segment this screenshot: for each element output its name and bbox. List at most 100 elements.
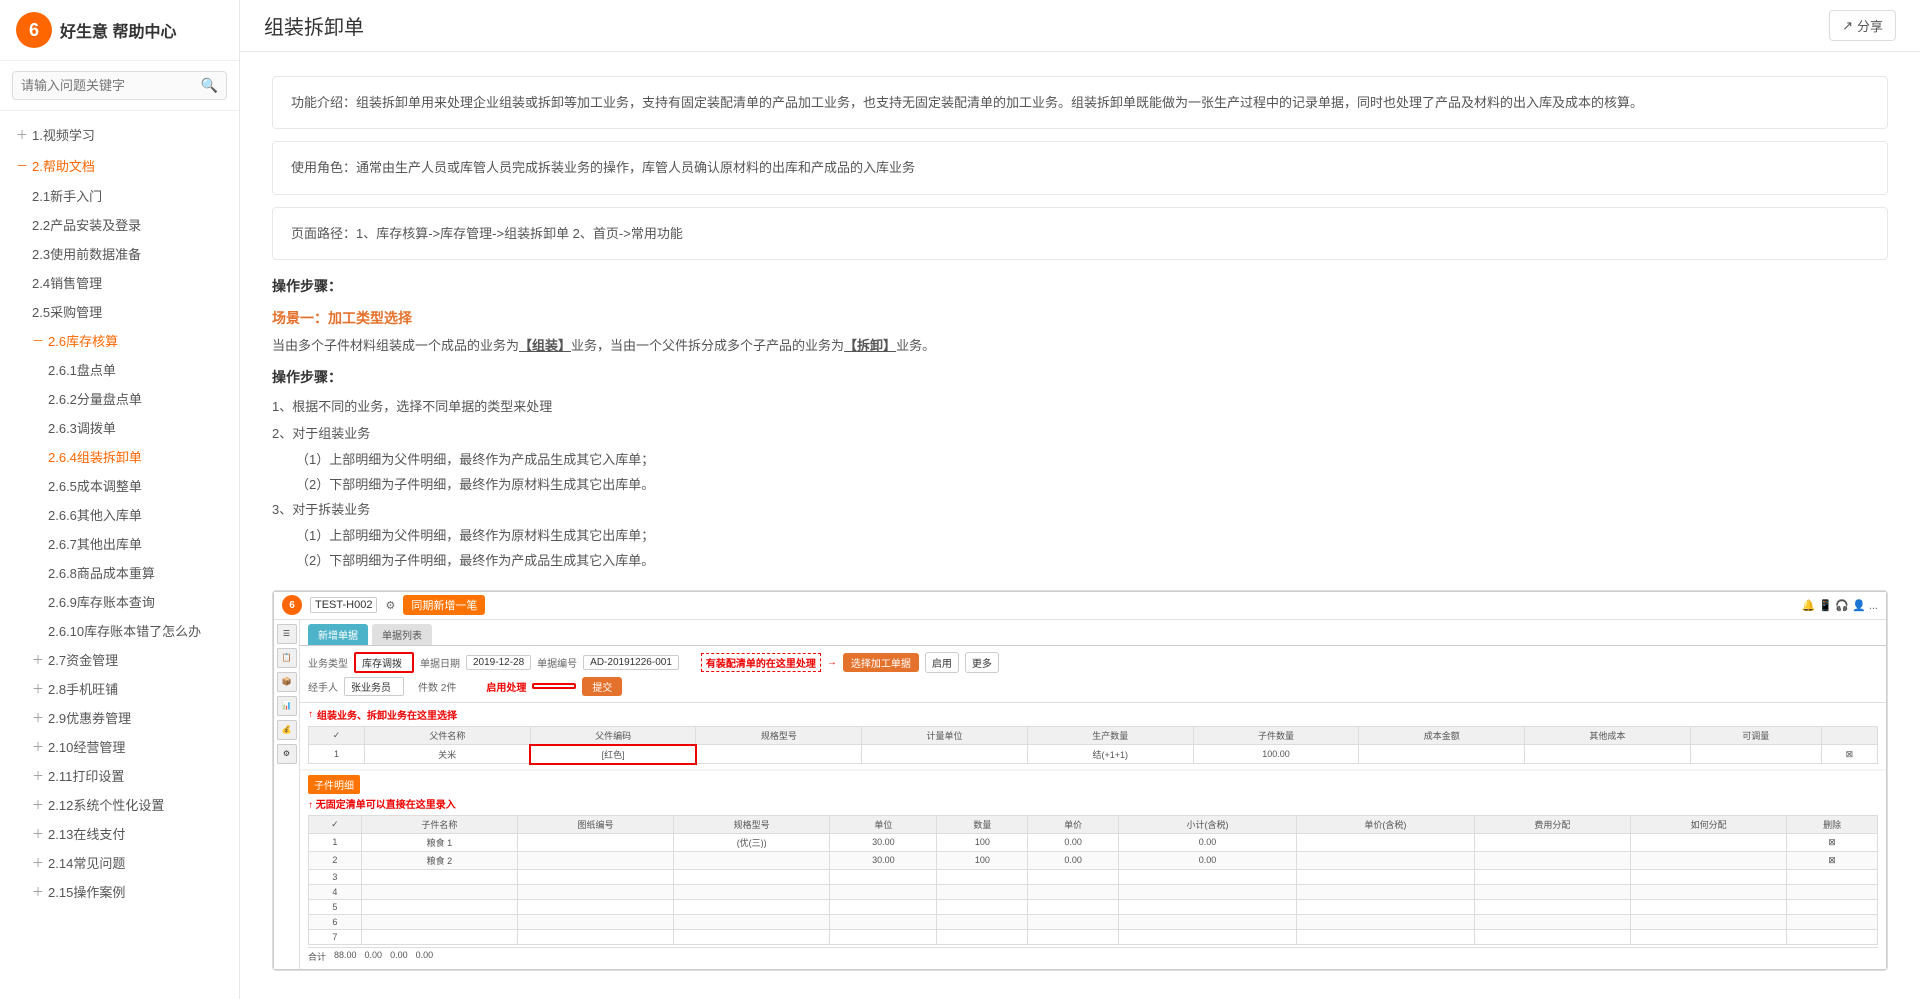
- mock-sidebar-icon-3[interactable]: 📦: [277, 672, 297, 692]
- upper-cell-sub: 100.00: [1193, 745, 1359, 764]
- mock-type-value[interactable]: 库存调拨: [354, 652, 414, 673]
- step-2-sub2: （2）下部明细为子件明细，最终作为原材料生成其它出库单。: [296, 473, 1888, 498]
- sidebar-sub-label: 2.12系统个性化设置: [48, 795, 164, 814]
- footer-sub: 0.00: [365, 950, 383, 963]
- upper-cell-code[interactable]: [红色]: [530, 745, 696, 764]
- sidebar-item-2-6-1[interactable]: 2.6.1盘点单: [0, 355, 239, 384]
- expand-icon-2-12: ＋: [32, 796, 44, 813]
- mock-tab-list[interactable]: 单据列表: [372, 624, 432, 645]
- mock-topbar-text: ⚙: [385, 599, 395, 612]
- sidebar-item-2-6-9[interactable]: 2.6.9库存账本查询: [0, 587, 239, 616]
- share-button[interactable]: ↗ 分享: [1829, 10, 1896, 41]
- mock-lower-header: 子件明细: [308, 775, 360, 794]
- annotation-4: 组装业务、拆卸业务在这里选择: [317, 707, 457, 722]
- sidebar-item-2-6-3[interactable]: 2.6.3调拨单: [0, 413, 239, 442]
- sidebar-item-2-8[interactable]: ＋ 2.8手机旺铺: [0, 674, 239, 703]
- mock-person-value[interactable]: 张业务员: [344, 677, 404, 696]
- mock-confirm-btn[interactable]: 提交: [582, 677, 622, 696]
- expand-icon-2-14: ＋: [32, 854, 44, 871]
- lower-col-check: ✓: [309, 815, 362, 833]
- lower-col-taxprice: 单价(含税): [1296, 815, 1474, 833]
- path-block: 页面路径：1、库存核算->库存管理->组装拆卸单 2、首页->常用功能: [272, 207, 1888, 260]
- upper-cell-adj: [1690, 745, 1821, 764]
- sidebar-item-2-12[interactable]: ＋ 2.12系统个性化设置: [0, 790, 239, 819]
- sidebar-item-2-6-6[interactable]: 2.6.6其他入库单: [0, 500, 239, 529]
- mock-launch-btn[interactable]: 启用: [925, 652, 959, 673]
- sidebar-item-2-6-5[interactable]: 2.6.5成本调整单: [0, 471, 239, 500]
- mock-enable-input[interactable]: [532, 683, 576, 689]
- expand-icon-2-10: ＋: [32, 738, 44, 755]
- search-box[interactable]: 🔍: [12, 71, 227, 100]
- sidebar-sub-label: 2.6库存核算: [48, 331, 118, 350]
- sidebar-item-2-10[interactable]: ＋ 2.10经营管理: [0, 732, 239, 761]
- mock-no-label: 单据编号: [537, 655, 577, 670]
- upper-cell-unit: [862, 745, 1028, 764]
- sidebar-item-2-4[interactable]: 2.4销售管理: [0, 268, 239, 297]
- sidebar-leaf-label: 2.6.4组装拆卸单: [48, 447, 142, 466]
- expand-icon-2-13: ＋: [32, 825, 44, 842]
- search-icon[interactable]: 🔍: [201, 77, 218, 94]
- mock-add-btn[interactable]: 同期新增一笔: [403, 595, 485, 615]
- sidebar-item-2-6-8[interactable]: 2.6.8商品成本重算: [0, 558, 239, 587]
- lower-table-row: 3: [309, 869, 1878, 884]
- expand-icon-2-11: ＋: [32, 767, 44, 784]
- sidebar-leaf-label: 2.6.7其他出库单: [48, 534, 142, 553]
- sidebar-item-2-15[interactable]: ＋ 2.15操作案例: [0, 877, 239, 906]
- sidebar-leaf-label: 2.6.1盘点单: [48, 360, 116, 379]
- mock-sidebar-icon-1[interactable]: ☰: [277, 624, 297, 644]
- lower-table-row: 2 粮食 2 30.00 100 0.00 0.00: [309, 851, 1878, 869]
- mock-sidebar-icon-2[interactable]: 📋: [277, 648, 297, 668]
- sidebar-leaf-label: 2.6.10库存账本错了怎么办: [48, 621, 201, 640]
- sidebar-item-2-14[interactable]: ＋ 2.14常见问题: [0, 848, 239, 877]
- step-3-sub2: （2）下部明细为子件明细，最终作为产成品生成其它入库单。: [296, 549, 1888, 574]
- share-icon: ↗: [1842, 18, 1853, 34]
- mock-select-btn[interactable]: 选择加工单据: [843, 653, 919, 672]
- upper-table-col-other: 其他成本: [1525, 726, 1691, 745]
- footer-total-label: 合计: [308, 950, 326, 963]
- footer-amt: 0.00: [416, 950, 434, 963]
- upper-cell-name: 关米: [365, 745, 531, 764]
- sidebar-item-2-11[interactable]: ＋ 2.11打印设置: [0, 761, 239, 790]
- upper-table: ✓ 父件名称 父件编码 规格型号 计量单位 生产数量 子件数量 成本金额 其他成: [308, 726, 1878, 765]
- search-input[interactable]: [21, 78, 201, 93]
- sidebar-item-2-13[interactable]: ＋ 2.13在线支付: [0, 819, 239, 848]
- sidebar-item-2-6-10[interactable]: 2.6.10库存账本错了怎么办: [0, 616, 239, 645]
- expand-icon-2-15: ＋: [32, 883, 44, 900]
- mock-sidebar-icon-4[interactable]: 📊: [277, 696, 297, 716]
- mock-sidebar-icon-6[interactable]: ⚙: [277, 744, 297, 764]
- sidebar-item-2-1[interactable]: 2.1新手入门: [0, 181, 239, 210]
- sidebar-item-2-2[interactable]: 2.2产品安装及登录: [0, 210, 239, 239]
- mock-app: 6 TEST-H002 ⚙ 同期新增一笔 🔔 📱 🎧 👤 ... ☰ 📋 📦 📊: [273, 591, 1887, 970]
- upper-table-col-prod: 生产数量: [1027, 726, 1193, 745]
- sidebar-item-2-6-7[interactable]: 2.6.7其他出库单: [0, 529, 239, 558]
- upper-table-col-cost: 成本金额: [1359, 726, 1525, 745]
- sidebar-item-2-5[interactable]: 2.5采购管理: [0, 297, 239, 326]
- mock-form-row-1: 业务类型 库存调拨 单据日期 2019-12-28 单据编号 AD-201912…: [308, 652, 1878, 673]
- mock-sidebar-icon-5[interactable]: 💰: [277, 720, 297, 740]
- sidebar-item-2-6[interactable]: － 2.6库存核算: [0, 326, 239, 355]
- sidebar-item-2-6-4[interactable]: 2.6.4组装拆卸单: [0, 442, 239, 471]
- sidebar-item-label: 2.帮助文档: [32, 156, 95, 175]
- sidebar-item-docs[interactable]: － 2.帮助文档: [0, 150, 239, 181]
- upper-table-col-unit: 计量单位: [862, 726, 1028, 745]
- mock-icons: 🔔 📱 🎧 👤 ...: [1802, 599, 1878, 612]
- sidebar-item-2-6-2[interactable]: 2.6.2分量盘点单: [0, 384, 239, 413]
- mock-no-value[interactable]: AD-20191226-001: [583, 655, 679, 670]
- mock-form-area: 业务类型 库存调拨 单据日期 2019-12-28 单据编号 AD-201912…: [300, 646, 1886, 703]
- mock-type-label: 业务类型: [308, 655, 348, 670]
- annotation-arrow-4: ↑: [308, 709, 313, 720]
- lower-col-qty: 数量: [937, 815, 1028, 833]
- sidebar-leaf-label: 2.6.8商品成本重算: [48, 563, 155, 582]
- sidebar-item-2-3[interactable]: 2.3使用前数据准备: [0, 239, 239, 268]
- sidebar-item-2-7[interactable]: ＋ 2.7资金管理: [0, 645, 239, 674]
- upper-cell-spec: [696, 745, 862, 764]
- footer-total-qty: 88.00: [334, 950, 357, 963]
- mock-more-btn[interactable]: 更多: [965, 652, 999, 673]
- annotation-3: 启用处理: [486, 679, 526, 694]
- sidebar-item-2-9[interactable]: ＋ 2.9优惠券管理: [0, 703, 239, 732]
- mock-tab-new[interactable]: 新增单据: [308, 624, 368, 645]
- upper-cell-op: ⊠: [1821, 745, 1877, 764]
- sidebar-item-videos[interactable]: ＋ 1.视频学习: [0, 119, 239, 150]
- mock-date-value[interactable]: 2019-12-28: [466, 655, 531, 670]
- lower-table-row: 6: [309, 914, 1878, 929]
